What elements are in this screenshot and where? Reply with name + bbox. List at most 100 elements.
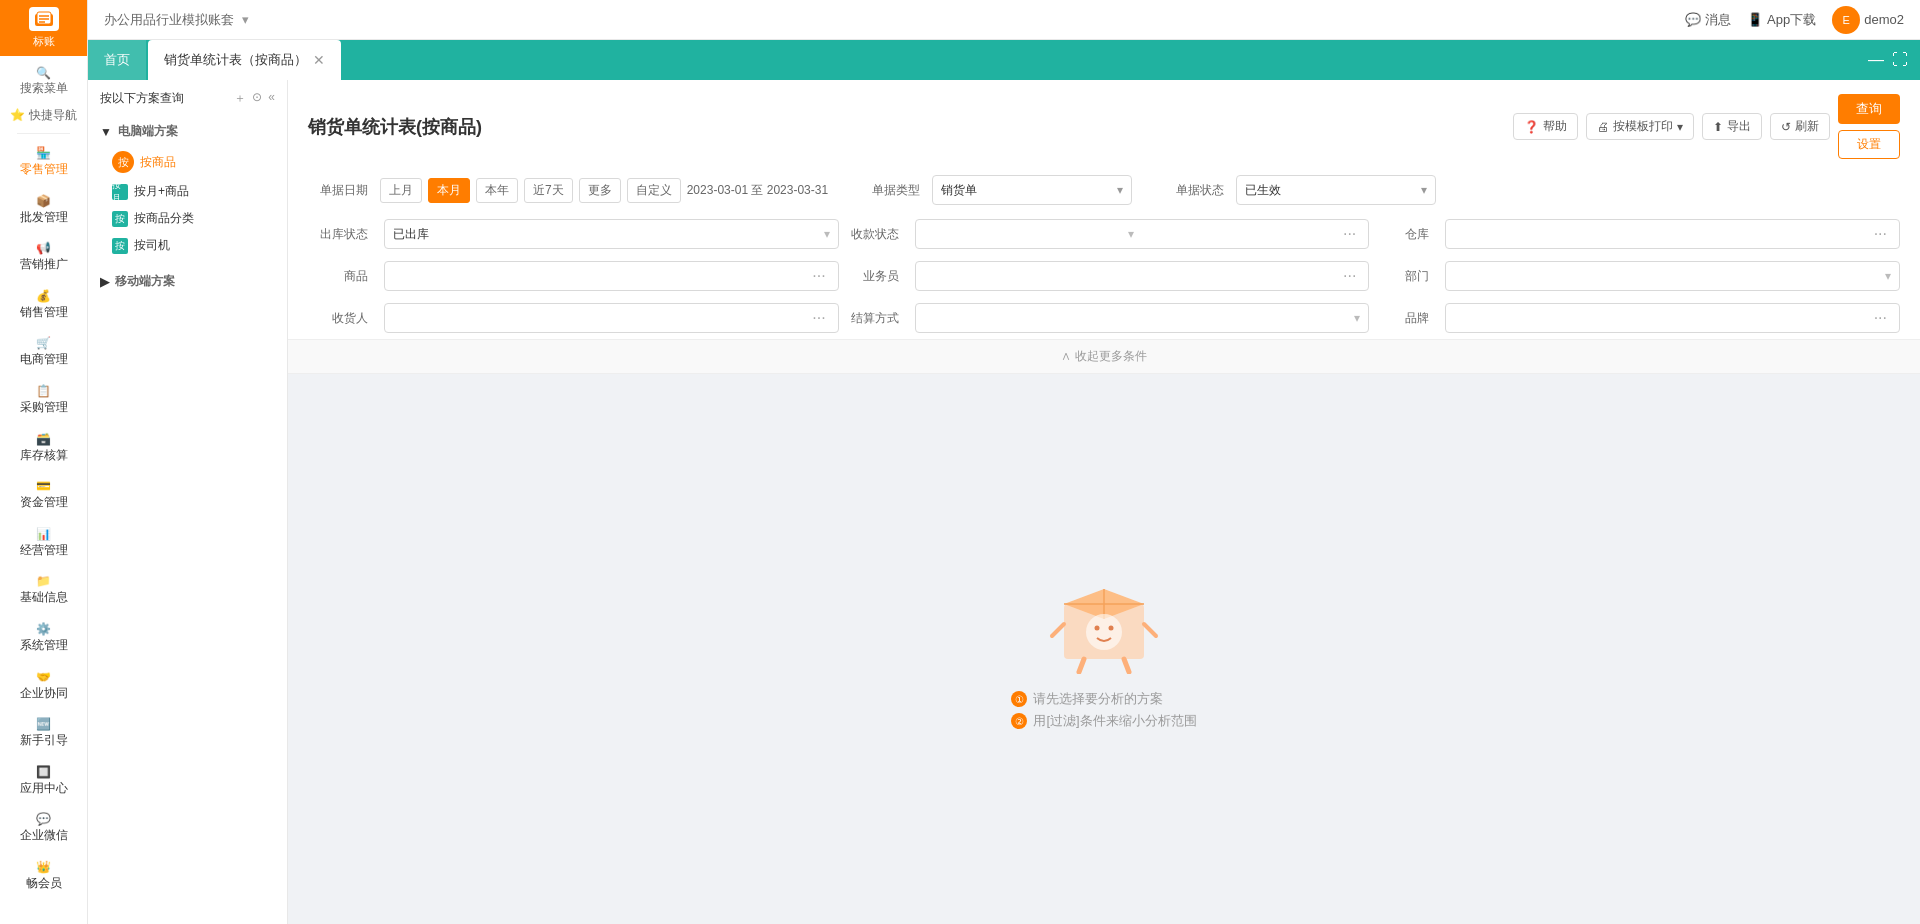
topbar-dropdown-icon[interactable]: ▾ <box>242 12 249 27</box>
scheme-mobile-title[interactable]: ▶ 移动端方案 <box>88 267 287 296</box>
topbar-left: 办公用品行业模拟账套 ▾ <box>104 11 249 29</box>
staff-dots[interactable]: ··· <box>1339 267 1360 285</box>
tabbar-right-actions: — ⛶ <box>1868 51 1920 69</box>
sidebar-item-inventory[interactable]: 🗃️ 库存核算 <box>0 424 87 472</box>
svg-point-11 <box>1109 626 1114 631</box>
message-btn[interactable]: 💬 消息 <box>1685 11 1731 29</box>
tab-home[interactable]: 首页 <box>88 40 146 80</box>
payment-select[interactable]: ▾ <box>915 303 1370 333</box>
tab-maximize-icon[interactable]: ⛶ <box>1892 51 1908 69</box>
collapse-filters-btn[interactable]: ∧ 收起更多条件 <box>288 339 1920 373</box>
sidebar-item-system-label: 系统管理 <box>20 638 68 654</box>
sidebar-item-ecommerce[interactable]: 🛒 电商管理 <box>0 328 87 376</box>
sidebar-item-wholesale[interactable]: 📦 批发管理 <box>0 186 87 234</box>
svg-line-13 <box>1124 659 1129 672</box>
refresh-btn[interactable]: ↺ 刷新 <box>1770 113 1830 140</box>
empty-state-image <box>1034 564 1174 674</box>
sidebar-item-sales[interactable]: 💰 销售管理 <box>0 281 87 329</box>
sidebar-item-finance[interactable]: 💳 资金管理 <box>0 471 87 519</box>
sidebar-item-marketing[interactable]: 📢 营销推广 <box>0 233 87 281</box>
tab-sales-stats-label: 销货单统计表（按商品） <box>164 51 307 69</box>
sidebar-item-apps[interactable]: 🔲 应用中心 <box>0 757 87 805</box>
page-title: 销货单统计表(按商品) <box>308 115 482 139</box>
warehouse-label: 仓库 <box>1369 226 1429 243</box>
system-icon: ⚙️ <box>36 622 51 636</box>
sidebar-item-member[interactable]: 👑 畅会员 <box>0 852 87 900</box>
date-btn-more[interactable]: 更多 <box>579 178 621 203</box>
left-panel-icons: ＋ ⊙ « <box>234 90 275 107</box>
scheme-item-by-goods[interactable]: 按 按商品 <box>88 146 287 178</box>
filter-row-3: 商品 ··· 业务员 ··· 部门 <box>288 255 1920 297</box>
user-avatar-area[interactable]: E demo2 <box>1832 6 1904 34</box>
sidebar-item-enterprise[interactable]: 🤝 企业协同 <box>0 662 87 710</box>
goods-select[interactable]: ··· <box>384 261 839 291</box>
scheme-item-by-month-goods[interactable]: 按月 按月+商品 <box>88 178 287 205</box>
expand-triangle: ▼ <box>100 125 112 139</box>
help-btn[interactable]: ❓ 帮助 <box>1513 113 1578 140</box>
sidebar-item-guide[interactable]: 🆕 新手引导 <box>0 709 87 757</box>
tab-sales-stats[interactable]: 销货单统计表（按商品） ✕ <box>148 40 341 80</box>
filter-out-status: 出库状态 已出库 ▾ <box>308 219 839 249</box>
status-label: 单据状态 <box>1164 182 1224 199</box>
print-btn[interactable]: 🖨 按模板打印 ▾ <box>1586 113 1694 140</box>
by-goods-label: 按商品 <box>140 154 176 171</box>
sidebar-item-retail[interactable]: 🏪 零售管理 <box>0 138 87 186</box>
sidebar-item-purchase[interactable]: 📋 采购管理 <box>0 376 87 424</box>
dept-label: 部门 <box>1369 268 1429 285</box>
sidebar-item-basic[interactable]: 📁 基础信息 <box>0 566 87 614</box>
filter-payment: 结算方式 ▾ <box>839 303 1370 333</box>
payment-caret: ▾ <box>1354 311 1360 325</box>
sidebar-item-finance-label: 资金管理 <box>20 495 68 511</box>
sidebar-item-operation[interactable]: 📊 经营管理 <box>0 519 87 567</box>
collapse-scheme-icon[interactable]: « <box>268 90 275 107</box>
query-button[interactable]: 查询 <box>1838 94 1900 124</box>
warehouse-select[interactable]: ··· <box>1445 219 1900 249</box>
date-btn-custom[interactable]: 自定义 <box>627 178 681 203</box>
brand-dots[interactable]: ··· <box>1870 309 1891 327</box>
filter-row-2: 出库状态 已出库 ▾ 收款状态 ▾ ··· <box>288 213 1920 255</box>
date-btn-7days[interactable]: 近7天 <box>524 178 573 203</box>
date-btn-this-year[interactable]: 本年 <box>476 178 518 203</box>
brand-select[interactable]: ··· <box>1445 303 1900 333</box>
sidebar-search[interactable]: 🔍 消息 搜索菜单 <box>0 56 87 102</box>
collapse-label: ∧ 收起更多条件 <box>1061 349 1146 363</box>
receiver-dots[interactable]: ··· <box>808 309 829 327</box>
out-status-select[interactable]: 已出库 ▾ <box>384 219 839 249</box>
scheme-item-by-category[interactable]: 按 按商品分类 <box>88 205 287 232</box>
scheme-item-by-driver[interactable]: 按 按司机 <box>88 232 287 259</box>
sidebar-item-apps-label: 应用中心 <box>20 781 68 797</box>
receiver-select[interactable]: ··· <box>384 303 839 333</box>
page-header: 销货单统计表(按商品) ❓ 帮助 🖨 按模板打印 ▾ ⬆ 导出 <box>288 80 1920 167</box>
sidebar-item-inventory-label: 库存核算 <box>20 448 68 464</box>
edit-scheme-icon[interactable]: ⊙ <box>252 90 262 107</box>
app-download-btn[interactable]: 📱 App下载 <box>1747 11 1816 29</box>
page-actions: ❓ 帮助 🖨 按模板打印 ▾ ⬆ 导出 ↺ 刷新 <box>1513 94 1900 159</box>
receipt-status-dots[interactable]: ··· <box>1339 225 1360 243</box>
type-select[interactable]: 销货单 ▾ <box>932 175 1132 205</box>
staff-select[interactable]: ··· <box>915 261 1370 291</box>
by-driver-icon: 按 <box>112 238 128 254</box>
tab-minimize-icon[interactable]: — <box>1868 51 1884 69</box>
dept-select[interactable]: ▾ <box>1445 261 1900 291</box>
sidebar-item-wechat[interactable]: 💬 企业微信 <box>0 804 87 852</box>
logo-icon <box>29 7 59 31</box>
add-scheme-icon[interactable]: ＋ <box>234 90 246 107</box>
date-btn-last-month[interactable]: 上月 <box>380 178 422 203</box>
logo-text: 标账 <box>33 34 55 49</box>
sidebar-nav-quick[interactable]: ⭐ 快捷导航 <box>0 102 87 129</box>
receiver-label: 收货人 <box>308 310 368 327</box>
goods-dots[interactable]: ··· <box>808 267 829 285</box>
avatar: E <box>1832 6 1860 34</box>
warehouse-dots[interactable]: ··· <box>1870 225 1891 243</box>
filter-staff: 业务员 ··· <box>839 261 1370 291</box>
date-btn-this-month[interactable]: 本月 <box>428 178 470 203</box>
receipt-status-select[interactable]: ▾ ··· <box>915 219 1370 249</box>
status-select[interactable]: 已生效 ▾ <box>1236 175 1436 205</box>
settings-button[interactable]: 设置 <box>1838 130 1900 159</box>
tab-close-icon[interactable]: ✕ <box>313 52 325 68</box>
export-btn[interactable]: ⬆ 导出 <box>1702 113 1762 140</box>
scheme-pc-title[interactable]: ▼ 电脑端方案 <box>88 117 287 146</box>
left-panel-title: 按以下方案查询 <box>100 90 184 107</box>
sidebar-item-system[interactable]: ⚙️ 系统管理 <box>0 614 87 662</box>
filter-brand: 品牌 ··· <box>1369 303 1900 333</box>
